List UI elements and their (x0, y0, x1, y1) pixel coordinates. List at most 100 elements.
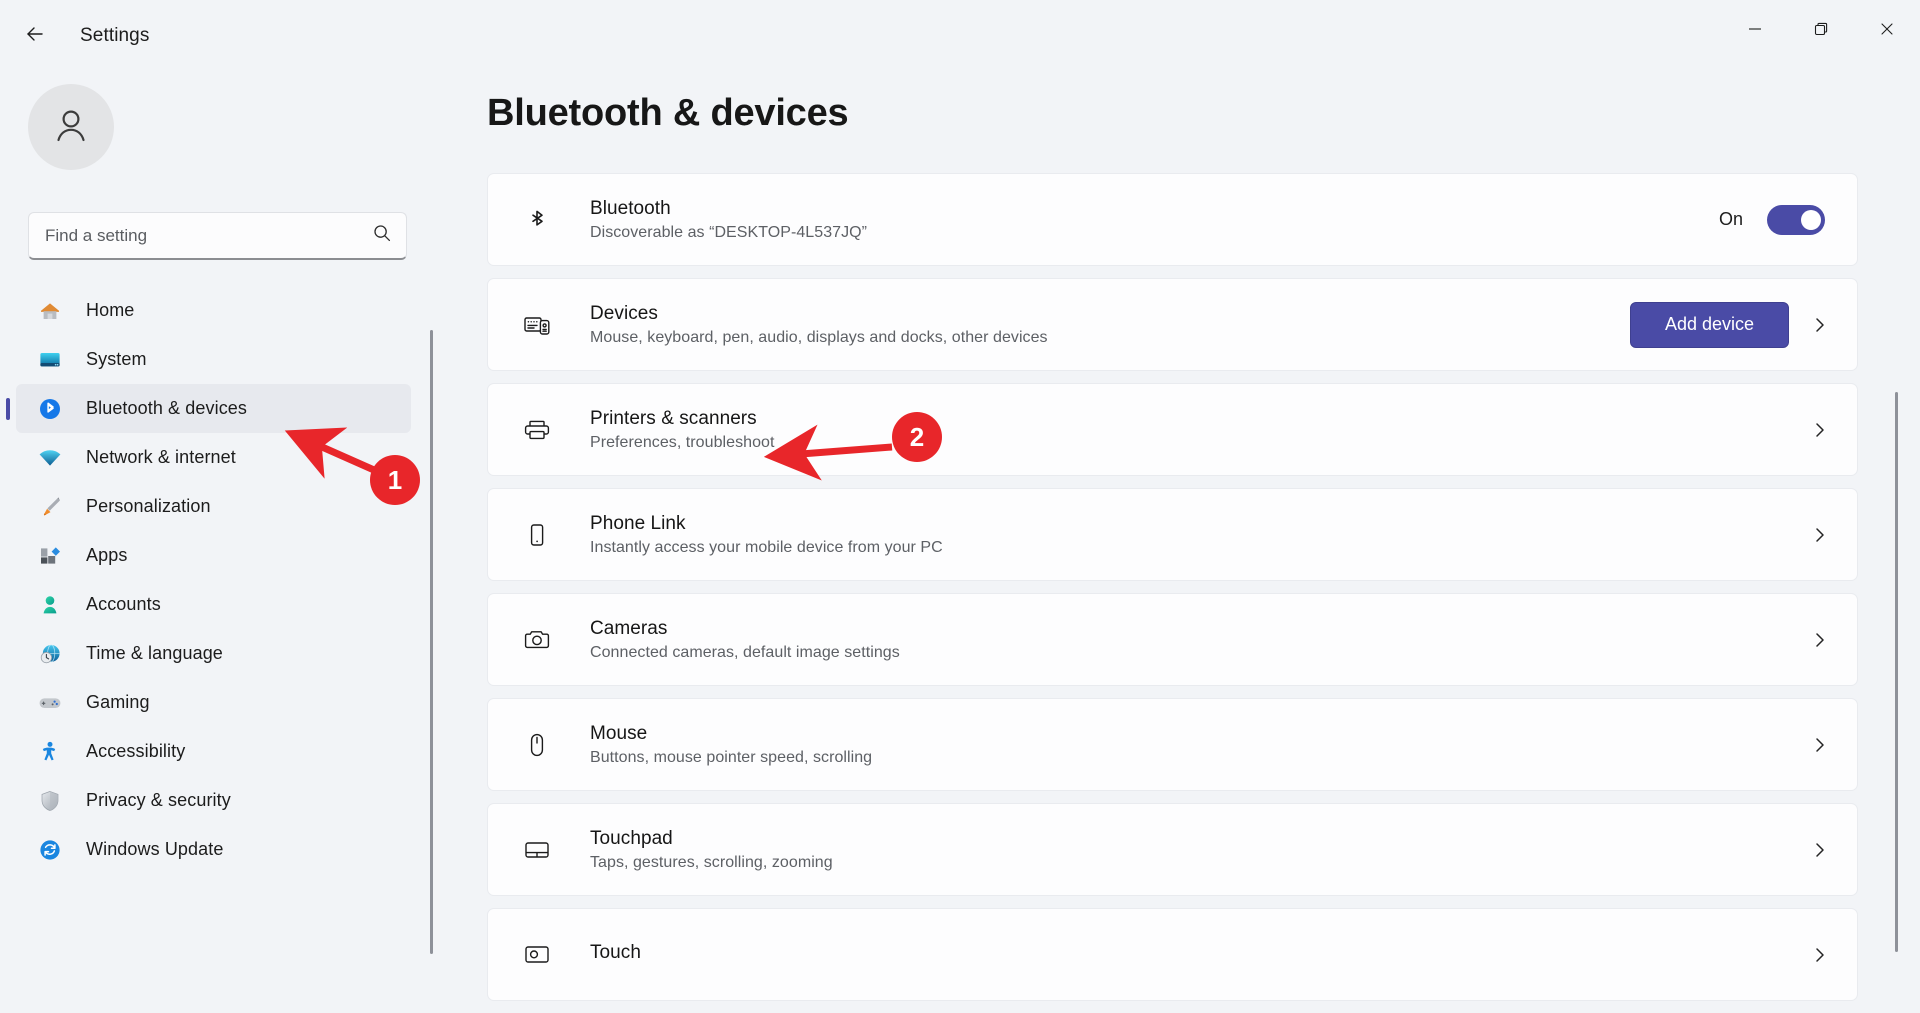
row-phone-link[interactable]: Phone Link Instantly access your mobile … (487, 488, 1858, 581)
user-avatar-icon (49, 103, 93, 152)
personalization-icon (36, 493, 64, 521)
system-icon (36, 346, 64, 374)
sidebar: Home System (0, 72, 455, 1008)
chevron-right-icon[interactable] (1803, 945, 1837, 965)
sidebar-item-label: Network & internet (86, 447, 236, 467)
row-touch[interactable]: Touch (487, 908, 1858, 1001)
close-button[interactable] (1854, 0, 1920, 58)
sidebar-item-label: Bluetooth & devices (86, 398, 247, 418)
minimize-button[interactable] (1722, 0, 1788, 58)
row-cameras[interactable]: Cameras Connected cameras, default image… (487, 593, 1858, 686)
row-subtitle: Taps, gestures, scrolling, zooming (590, 853, 833, 871)
add-device-button[interactable]: Add device (1629, 301, 1789, 348)
title-bar: Settings (0, 0, 1920, 72)
sidebar-item-accounts[interactable]: Accounts (16, 580, 411, 629)
sidebar-item-label: Time & language (86, 643, 223, 663)
accounts-icon (36, 591, 64, 619)
app-shell: Home System (0, 72, 1920, 1008)
back-arrow-icon (23, 22, 47, 51)
row-title: Phone Link (590, 512, 686, 534)
time-language-icon (36, 640, 64, 668)
search-input[interactable] (45, 225, 372, 246)
row-text: Phone Link Instantly access your mobile … (590, 513, 1803, 557)
sidebar-item-label: Personalization (86, 496, 211, 516)
sidebar-item-label: Apps (86, 545, 128, 565)
row-title: Touch (590, 941, 641, 963)
row-subtitle: Buttons, mouse pointer speed, scrolling (590, 748, 873, 766)
sidebar-item-accessibility[interactable]: Accessibility (16, 727, 411, 776)
toggle-knob (1801, 209, 1821, 230)
row-touchpad[interactable]: Touchpad Taps, gestures, scrolling, zoom… (487, 803, 1858, 896)
privacy-security-icon (36, 787, 64, 815)
row-text: Touchpad Taps, gestures, scrolling, zoom… (590, 828, 1803, 872)
maximize-button[interactable] (1788, 0, 1854, 58)
bluetooth-toggle[interactable] (1767, 204, 1825, 235)
sidebar-item-time-language[interactable]: Time & language (16, 629, 411, 678)
network-icon (36, 444, 64, 472)
search-icon (372, 223, 392, 248)
main-scrollbar[interactable] (1895, 392, 1898, 952)
mouse-glyph-icon (520, 730, 554, 760)
sidebar-item-label: System (86, 349, 147, 369)
sidebar-item-network-internet[interactable]: Network & internet (16, 433, 411, 482)
sidebar-item-apps[interactable]: Apps (16, 531, 411, 580)
gaming-icon (36, 689, 64, 717)
row-bluetooth[interactable]: Bluetooth Discoverable as “DESKTOP-4L537… (487, 173, 1858, 266)
row-text: Mouse Buttons, mouse pointer speed, scro… (590, 723, 1803, 767)
bluetooth-icon (36, 395, 64, 423)
row-devices[interactable]: Devices Mouse, keyboard, pen, audio, dis… (487, 278, 1858, 371)
sidebar-item-bluetooth-devices[interactable]: Bluetooth & devices (16, 384, 411, 433)
row-printers-scanners[interactable]: Printers & scanners Preferences, trouble… (487, 383, 1858, 476)
avatar-container (0, 72, 455, 170)
main-scrollbar-thumb[interactable] (1895, 392, 1898, 952)
chevron-right-icon[interactable] (1803, 525, 1837, 545)
sidebar-scrollbar-thumb[interactable] (430, 330, 433, 954)
row-text: Printers & scanners Preferences, trouble… (590, 408, 1803, 452)
bluetooth-toggle-group: On (1718, 204, 1825, 235)
window-controls (1722, 0, 1920, 72)
sidebar-nav: Home System Bluetooth & devices Network … (0, 286, 455, 874)
row-subtitle: Preferences, troubleshoot (590, 433, 775, 451)
chevron-right-icon[interactable] (1803, 630, 1837, 650)
row-text: Cameras Connected cameras, default image… (590, 618, 1803, 662)
sidebar-item-gaming[interactable]: Gaming (16, 678, 411, 727)
app-title: Settings (80, 25, 150, 46)
phone-glyph-icon (520, 520, 554, 550)
row-subtitle: Instantly access your mobile device from… (590, 538, 943, 556)
row-title: Devices (590, 302, 658, 324)
sidebar-item-system[interactable]: System (16, 335, 411, 384)
sidebar-item-privacy-security[interactable]: Privacy & security (16, 776, 411, 825)
row-title: Cameras (590, 617, 668, 639)
row-subtitle: Connected cameras, default image setting… (590, 643, 900, 661)
search-container (0, 170, 455, 260)
row-title: Touchpad (590, 827, 673, 849)
row-title: Bluetooth (590, 197, 671, 219)
sidebar-item-personalization[interactable]: Personalization (16, 482, 411, 531)
sidebar-item-label: Windows Update (86, 839, 224, 859)
row-text: Bluetooth Discoverable as “DESKTOP-4L537… (590, 198, 1719, 242)
printer-glyph-icon (520, 415, 554, 445)
sidebar-item-label: Accounts (86, 594, 161, 614)
main-content: Bluetooth & devices Bluetooth Discoverab… (455, 72, 1920, 1008)
sidebar-item-label: Gaming (86, 692, 150, 712)
row-mouse[interactable]: Mouse Buttons, mouse pointer speed, scro… (487, 698, 1858, 791)
row-text: Touch (590, 942, 1803, 968)
sidebar-scrollbar[interactable] (430, 98, 433, 988)
sidebar-item-windows-update[interactable]: Windows Update (16, 825, 411, 874)
chevron-right-icon[interactable] (1803, 315, 1837, 335)
search-box[interactable] (28, 212, 407, 260)
settings-card-list: Bluetooth Discoverable as “DESKTOP-4L537… (487, 173, 1858, 1001)
chevron-right-icon[interactable] (1803, 840, 1837, 860)
home-icon (36, 297, 64, 325)
back-button[interactable] (12, 13, 58, 59)
avatar[interactable] (28, 84, 114, 170)
bluetooth-toggle-label: On (1718, 209, 1743, 229)
devices-glyph-icon (520, 310, 554, 340)
touch-glyph-icon (520, 940, 554, 970)
chevron-right-icon[interactable] (1803, 735, 1837, 755)
camera-glyph-icon (520, 625, 554, 655)
sidebar-item-home[interactable]: Home (16, 286, 411, 335)
chevron-right-icon[interactable] (1803, 420, 1837, 440)
row-title: Printers & scanners (590, 407, 757, 429)
row-title: Mouse (590, 722, 648, 744)
